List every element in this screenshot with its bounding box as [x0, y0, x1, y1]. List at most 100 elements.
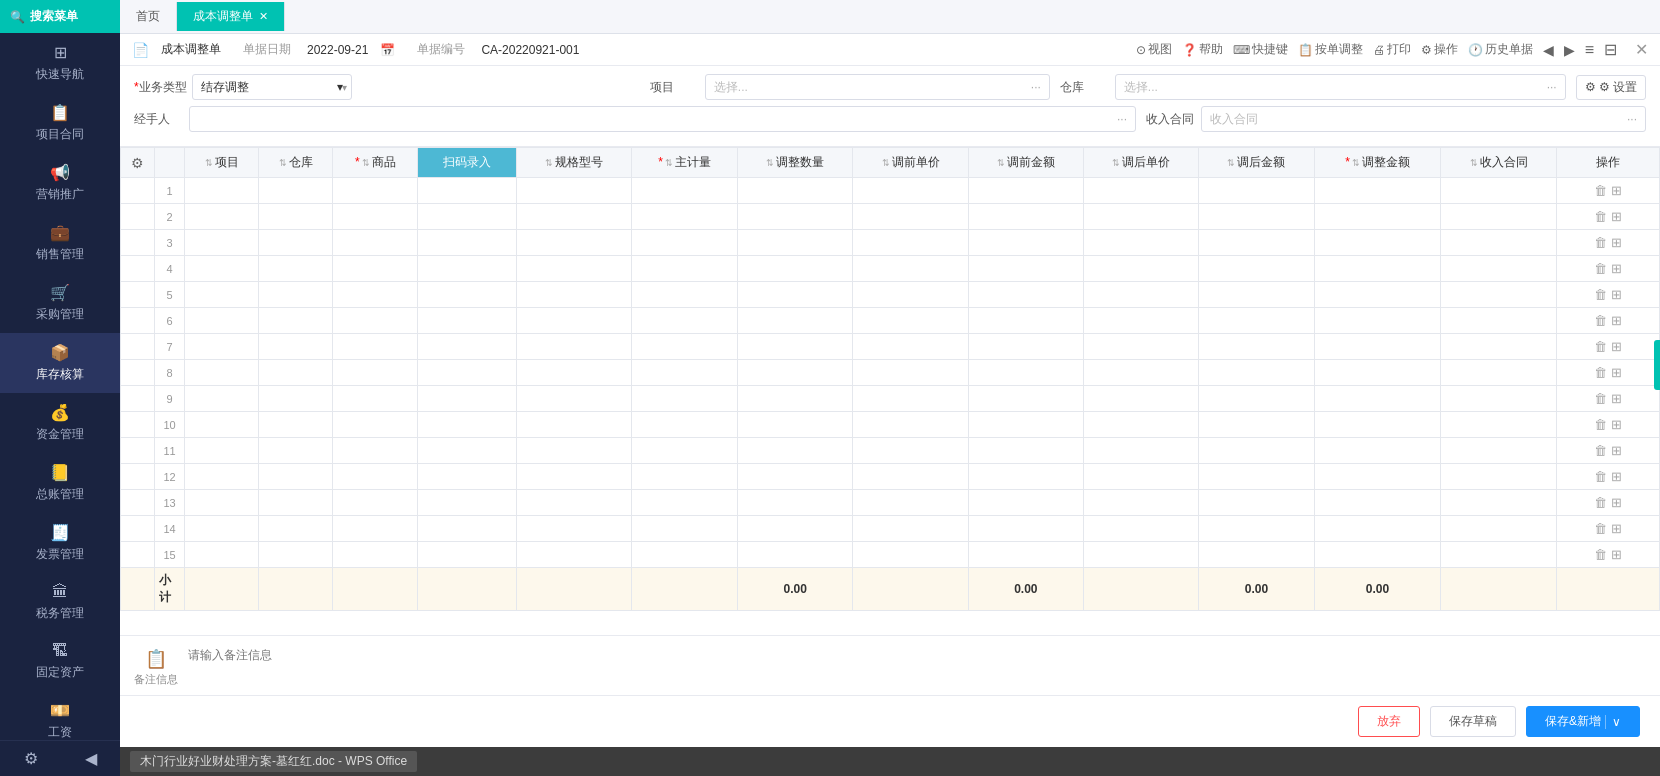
sidebar-item-ledger-mgmt[interactable]: 📒总账管理: [0, 453, 120, 513]
row-adj-amount-11[interactable]: [1314, 438, 1441, 464]
col-settings[interactable]: ⚙: [121, 148, 155, 178]
tab-cost-adjust[interactable]: 成本调整单✕: [177, 2, 285, 31]
row-adj-amount-3[interactable]: [1314, 230, 1441, 256]
row-product-13[interactable]: [333, 490, 418, 516]
row-delete-6[interactable]: 🗑: [1594, 313, 1607, 328]
tab-close-cost-adjust[interactable]: ✕: [259, 10, 268, 23]
row-scan-8[interactable]: [418, 360, 516, 386]
row-unit-10[interactable]: [631, 412, 737, 438]
row-after-price-12[interactable]: [1083, 464, 1198, 490]
sidebar-item-fixed-assets[interactable]: 🏗固定资产: [0, 632, 120, 691]
row-income-contract-4[interactable]: [1441, 256, 1556, 282]
row-unit-13[interactable]: [631, 490, 737, 516]
row-project-2[interactable]: [185, 204, 259, 230]
income-contract-input[interactable]: 收入合同 ···: [1201, 106, 1646, 132]
row-after-price-5[interactable]: [1083, 282, 1198, 308]
note-input[interactable]: [188, 644, 1646, 666]
row-after-amount-7[interactable]: [1199, 334, 1314, 360]
row-adj-qty-12[interactable]: [738, 464, 853, 490]
col-product[interactable]: ⇅商品: [333, 148, 418, 178]
row-copy-4[interactable]: ⊞: [1611, 261, 1622, 276]
tab-home[interactable]: 首页: [120, 2, 177, 31]
col-prev-price[interactable]: ⇅调前单价: [853, 148, 968, 178]
row-copy-11[interactable]: ⊞: [1611, 443, 1622, 458]
row-delete-12[interactable]: 🗑: [1594, 469, 1607, 484]
row-income-contract-5[interactable]: [1441, 282, 1556, 308]
row-prev-price-4[interactable]: [853, 256, 968, 282]
row-delete-10[interactable]: 🗑: [1594, 417, 1607, 432]
project-input[interactable]: 选择... ···: [705, 74, 1050, 100]
col-after-amount[interactable]: ⇅调后金额: [1199, 148, 1314, 178]
row-project-6[interactable]: [185, 308, 259, 334]
row-warehouse-10[interactable]: [259, 412, 333, 438]
row-warehouse-14[interactable]: [259, 516, 333, 542]
row-product-14[interactable]: [333, 516, 418, 542]
row-income-contract-10[interactable]: [1441, 412, 1556, 438]
row-after-amount-1[interactable]: [1199, 178, 1314, 204]
col-adj-qty[interactable]: ⇅调整数量: [738, 148, 853, 178]
row-scan-3[interactable]: [418, 230, 516, 256]
row-prev-price-14[interactable]: [853, 516, 968, 542]
row-after-price-14[interactable]: [1083, 516, 1198, 542]
sidebar-item-sales-promotion[interactable]: 📢营销推广: [0, 153, 120, 213]
row-copy-14[interactable]: ⊞: [1611, 521, 1622, 536]
row-adj-amount-8[interactable]: [1314, 360, 1441, 386]
row-after-price-10[interactable]: [1083, 412, 1198, 438]
window-close-button[interactable]: ✕: [1635, 40, 1648, 59]
sidebar-item-payroll[interactable]: 💴工资: [0, 691, 120, 740]
row-prev-price-10[interactable]: [853, 412, 968, 438]
row-prev-price-6[interactable]: [853, 308, 968, 334]
row-after-amount-10[interactable]: [1199, 412, 1314, 438]
business-type-value[interactable]: 结存调整 ▾: [192, 74, 352, 100]
row-unit-8[interactable]: [631, 360, 737, 386]
row-after-amount-2[interactable]: [1199, 204, 1314, 230]
row-scan-14[interactable]: [418, 516, 516, 542]
row-after-amount-3[interactable]: [1199, 230, 1314, 256]
row-project-9[interactable]: [185, 386, 259, 412]
row-project-11[interactable]: [185, 438, 259, 464]
row-after-amount-5[interactable]: [1199, 282, 1314, 308]
row-delete-15[interactable]: 🗑: [1594, 547, 1607, 562]
toggle-sidebar-icon[interactable]: ◀: [85, 749, 97, 768]
save-new-button[interactable]: 保存&新增 ∨: [1526, 706, 1640, 737]
row-scan-9[interactable]: [418, 386, 516, 412]
row-prev-amount-5[interactable]: [968, 282, 1083, 308]
sidebar-item-inventory-calc[interactable]: 📦库存核算: [0, 333, 120, 393]
row-delete-5[interactable]: 🗑: [1594, 287, 1607, 302]
row-scan-5[interactable]: [418, 282, 516, 308]
row-project-12[interactable]: [185, 464, 259, 490]
sidebar-item-project-contract[interactable]: 📋项目合同: [0, 93, 120, 153]
row-unit-5[interactable]: [631, 282, 737, 308]
row-product-5[interactable]: [333, 282, 418, 308]
row-prev-price-3[interactable]: [853, 230, 968, 256]
discard-button[interactable]: 放弃: [1358, 706, 1420, 737]
row-after-amount-14[interactable]: [1199, 516, 1314, 542]
row-income-contract-1[interactable]: [1441, 178, 1556, 204]
row-prev-price-15[interactable]: [853, 542, 968, 568]
row-after-price-8[interactable]: [1083, 360, 1198, 386]
row-prev-price-11[interactable]: [853, 438, 968, 464]
row-after-price-2[interactable]: [1083, 204, 1198, 230]
row-prev-amount-6[interactable]: [968, 308, 1083, 334]
row-prev-amount-9[interactable]: [968, 386, 1083, 412]
income-contract-dots[interactable]: ···: [1627, 112, 1637, 126]
row-income-contract-12[interactable]: [1441, 464, 1556, 490]
row-prev-amount-12[interactable]: [968, 464, 1083, 490]
row-copy-9[interactable]: ⊞: [1611, 391, 1622, 406]
row-prev-amount-7[interactable]: [968, 334, 1083, 360]
row-warehouse-12[interactable]: [259, 464, 333, 490]
row-unit-2[interactable]: [631, 204, 737, 230]
row-scan-6[interactable]: [418, 308, 516, 334]
row-after-price-15[interactable]: [1083, 542, 1198, 568]
row-adj-qty-6[interactable]: [738, 308, 853, 334]
row-prev-price-2[interactable]: [853, 204, 968, 230]
save-draft-button[interactable]: 保存草稿: [1430, 706, 1516, 737]
project-dots[interactable]: ···: [1031, 80, 1041, 94]
row-after-amount-15[interactable]: [1199, 542, 1314, 568]
row-adj-amount-4[interactable]: [1314, 256, 1441, 282]
row-prev-price-12[interactable]: [853, 464, 968, 490]
row-product-7[interactable]: [333, 334, 418, 360]
row-spec-11[interactable]: [516, 438, 631, 464]
sidebar-item-purchase-mgmt[interactable]: 🛒采购管理: [0, 273, 120, 333]
row-spec-4[interactable]: [516, 256, 631, 282]
